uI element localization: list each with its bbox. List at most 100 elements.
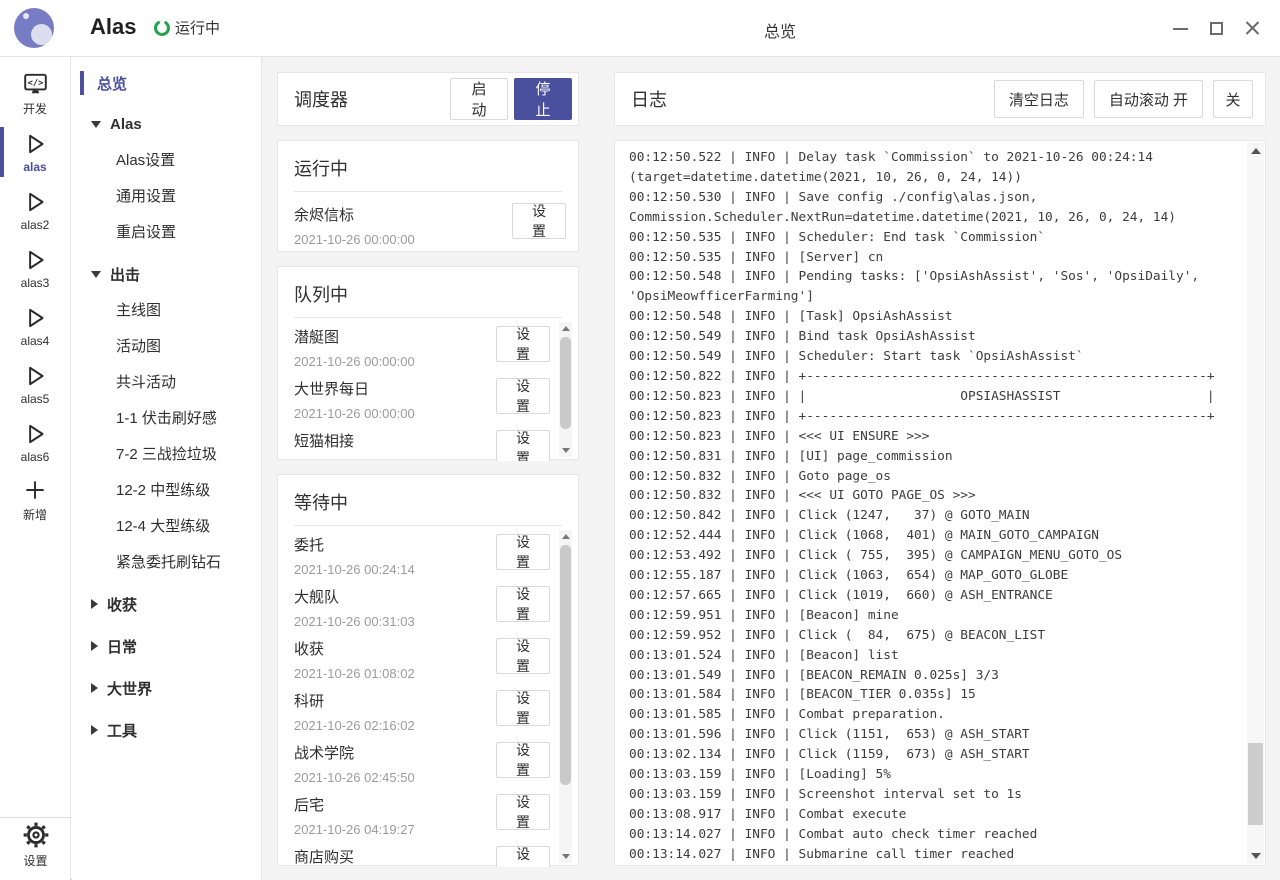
- app-window: Alas 运行中 总览 </> 开发: [0, 0, 1280, 880]
- rail-item-alas6[interactable]: alas6: [0, 413, 70, 471]
- task-settings-button[interactable]: 设置: [496, 586, 550, 622]
- rail-item-label: alas3: [21, 276, 50, 290]
- task-settings-button[interactable]: 设置: [496, 638, 550, 674]
- log-title: 日志: [631, 86, 994, 112]
- rail-item-dev[interactable]: </> 开发: [0, 65, 70, 123]
- task-name: 商店购买: [294, 846, 488, 867]
- menu-item-overview[interactable]: 总览: [72, 67, 261, 99]
- rail-item-alas2[interactable]: alas2: [0, 181, 70, 239]
- rail-item-label: alas5: [21, 392, 50, 406]
- task-settings-button[interactable]: 设置: [496, 326, 550, 362]
- menu-item-label: 12-2 中型练级: [116, 479, 210, 500]
- page-title: 总览: [764, 18, 796, 42]
- menu-item-alas-config[interactable]: Alas设置: [72, 141, 261, 177]
- menu-item-label: 紧急委托刷钻石: [116, 551, 221, 572]
- queued-scrollbar[interactable]: [559, 322, 572, 457]
- menu-group-daily[interactable]: 日常: [72, 629, 261, 663]
- rail-item-alas[interactable]: alas: [0, 123, 70, 181]
- scheduler-start-button[interactable]: 启动: [450, 78, 508, 120]
- close-button[interactable]: [1234, 9, 1270, 49]
- scheduler-stop-button[interactable]: 停止: [514, 78, 572, 120]
- menu-item-label: 7-2 三战捡垃圾: [116, 443, 217, 464]
- task-settings-button[interactable]: 设置: [496, 846, 550, 867]
- clear-log-button[interactable]: 清空日志: [994, 80, 1084, 118]
- scrollbar-thumb[interactable]: [560, 545, 571, 785]
- scrollbar-thumb[interactable]: [1248, 743, 1263, 825]
- rail-item-add[interactable]: 新增: [0, 471, 70, 529]
- menu-group-opsi[interactable]: 大世界: [72, 671, 261, 705]
- queued-title: 队列中: [278, 267, 578, 317]
- chevron-down-icon: [91, 121, 101, 128]
- queued-panel: 队列中 潜艇图 2021-10-26 00:00:00 设置 大世界每日 202…: [277, 266, 579, 460]
- menu-item-12-4-leveling[interactable]: 12-4 大型练级: [72, 507, 261, 543]
- menu-item-label: Alas设置: [116, 149, 175, 170]
- menu-group-reward[interactable]: 收获: [72, 587, 261, 621]
- minimize-icon: [1173, 28, 1188, 30]
- active-indicator: [0, 127, 4, 177]
- rail-item-alas4[interactable]: alas4: [0, 297, 70, 355]
- scrollbar-thumb[interactable]: [560, 337, 571, 429]
- task-settings-button[interactable]: 设置: [496, 690, 550, 726]
- task-settings-button[interactable]: 设置: [496, 430, 550, 461]
- rail-item-alas3[interactable]: alas3: [0, 239, 70, 297]
- task-settings-button[interactable]: 设置: [512, 203, 566, 239]
- menu-item-restart-config[interactable]: 重启设置: [72, 213, 261, 249]
- instance-rail: </> 开发 alas alas2 alas3: [0, 57, 71, 880]
- menu-group-sortie[interactable]: 出击: [72, 257, 261, 291]
- task-name: 大世界每日: [294, 378, 488, 399]
- menu-item-7-2-scrap[interactable]: 7-2 三战捡垃圾: [72, 435, 261, 471]
- log-panel-header: 日志 清空日志 自动滚动 开 关: [614, 72, 1266, 126]
- task-name: 收获: [294, 638, 488, 659]
- logo-dot: [37, 17, 41, 21]
- active-indicator: [80, 71, 84, 95]
- task-settings-button[interactable]: 设置: [496, 794, 550, 830]
- logo-blob: [31, 24, 52, 45]
- menu-item-general-config[interactable]: 通用设置: [72, 177, 261, 213]
- menu-item-label: 共斗活动: [116, 371, 176, 392]
- menu-group-alas[interactable]: Alas: [72, 107, 261, 141]
- task-row: 潜艇图 2021-10-26 00:00:00 设置: [278, 318, 578, 370]
- waiting-title: 等待中: [278, 475, 578, 525]
- scroll-down-icon[interactable]: [1247, 847, 1264, 864]
- menu-item-coalition[interactable]: 共斗活动: [72, 363, 261, 399]
- maximize-button[interactable]: [1198, 9, 1234, 49]
- task-row: 后宅 2021-10-26 04:19:27 设置: [278, 786, 578, 838]
- scroll-down-icon[interactable]: [559, 444, 572, 457]
- scroll-up-icon[interactable]: [1247, 142, 1264, 159]
- running-spinner-icon: [152, 18, 172, 38]
- task-time: 2021-10-26 00:24:14: [294, 562, 488, 577]
- play-icon: [22, 247, 48, 273]
- log-scrollbar[interactable]: [1247, 142, 1264, 864]
- chevron-right-icon: [91, 599, 98, 609]
- menu-item-12-2-leveling[interactable]: 12-2 中型练级: [72, 471, 261, 507]
- task-settings-button[interactable]: 设置: [496, 534, 550, 570]
- rail-item-settings[interactable]: 设置: [0, 816, 71, 874]
- menu-item-1-1-farm[interactable]: 1-1 伏击刷好感: [72, 399, 261, 435]
- menu-group-tool[interactable]: 工具: [72, 713, 261, 747]
- task-settings-button[interactable]: 设置: [496, 742, 550, 778]
- menu-item-label: 12-4 大型练级: [116, 515, 210, 536]
- menu-group-label: 收获: [107, 594, 137, 615]
- menu-sidebar: 总览 Alas Alas设置 通用设置 重启设置 出击 主线图 活动图 共斗活动…: [72, 57, 262, 880]
- autoscroll-toggle-button[interactable]: 自动滚动 开: [1094, 80, 1203, 118]
- chevron-right-icon: [91, 641, 98, 651]
- gear-icon: [22, 821, 50, 849]
- scroll-down-icon[interactable]: [559, 850, 572, 863]
- task-row: 科研 2021-10-26 02:16:02 设置: [278, 682, 578, 734]
- log-output[interactable]: 00:12:50.522 | INFO | Delay task `Commis…: [629, 148, 1235, 861]
- close-icon: [1245, 21, 1260, 36]
- menu-item-urgent-commission[interactable]: 紧急委托刷钻石: [72, 543, 261, 579]
- task-time: 2021-10-26 00:00:00: [294, 232, 488, 247]
- autoscroll-off-button[interactable]: 关: [1213, 80, 1253, 118]
- scroll-up-icon[interactable]: [559, 322, 572, 335]
- rail-item-alas5[interactable]: alas5: [0, 355, 70, 413]
- minimize-button[interactable]: [1162, 9, 1198, 49]
- scroll-up-icon[interactable]: [559, 530, 572, 543]
- menu-item-main-map[interactable]: 主线图: [72, 291, 261, 327]
- task-name: 委托: [294, 534, 488, 555]
- task-settings-button[interactable]: 设置: [496, 378, 550, 414]
- waiting-scrollbar[interactable]: [559, 530, 572, 863]
- menu-item-event-map[interactable]: 活动图: [72, 327, 261, 363]
- rail-item-label: alas2: [21, 218, 50, 232]
- chevron-down-icon: [91, 271, 101, 278]
